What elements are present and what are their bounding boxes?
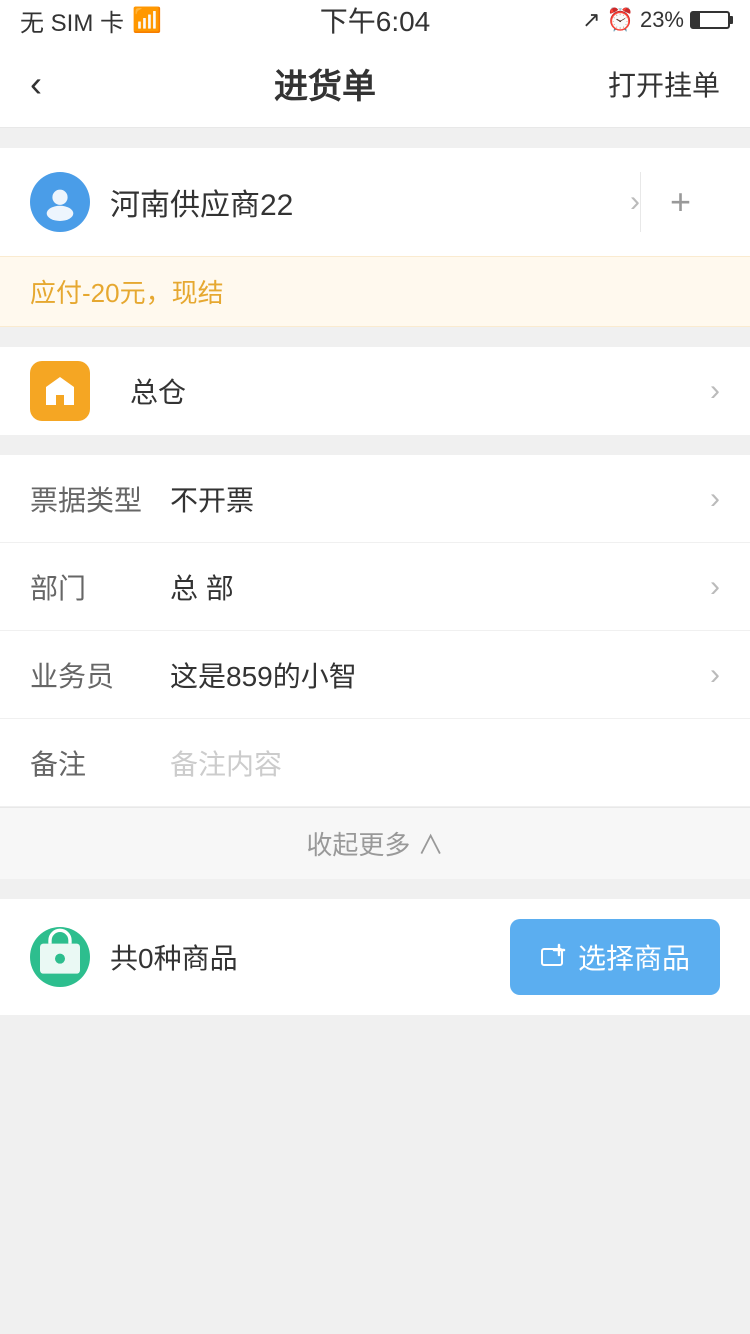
warehouse-label: 总仓 <box>130 371 710 411</box>
remark-row[interactable]: 备注 备注内容 <box>0 719 750 807</box>
section-divider-1 <box>0 128 750 148</box>
select-product-button[interactable]: 选择商品 <box>510 919 720 995</box>
notice-bar: 应付-20元，现结 <box>0 256 750 327</box>
department-value: 总 部 <box>170 567 710 607</box>
supplier-row: 河南供应商22 › + <box>0 148 750 256</box>
open-pending-button[interactable]: 打开挂单 <box>608 64 720 104</box>
department-chevron-icon: › <box>710 570 720 604</box>
section-divider-3 <box>0 435 750 455</box>
wifi-icon: 📶 <box>132 6 162 35</box>
department-row[interactable]: 部门 总 部 › <box>0 543 750 631</box>
location-icon: ↗ <box>582 7 600 33</box>
alarm-icon: ⏰ <box>607 7 634 33</box>
invoice-type-label: 票据类型 <box>30 479 150 519</box>
nav-bar: ‹ 进货单 打开挂单 <box>0 40 750 128</box>
remark-placeholder: 备注内容 <box>170 743 720 783</box>
invoice-type-chevron-icon: › <box>710 482 720 516</box>
section-divider-2 <box>0 327 750 347</box>
supplier-add-button[interactable]: + <box>640 172 720 232</box>
product-icon <box>30 927 90 987</box>
supplier-name: 河南供应商22 <box>110 180 630 224</box>
supplier-card: 河南供应商22 › + 应付-20元，现结 <box>0 148 750 327</box>
product-count: 共0种商品 <box>110 937 510 977</box>
collapse-label: 收起更多 ∧ <box>306 825 443 862</box>
salesperson-row[interactable]: 业务员 这是859的小智 › <box>0 631 750 719</box>
supplier-avatar <box>30 172 90 232</box>
status-right: ↗ ⏰ 23% <box>582 7 730 33</box>
remark-label: 备注 <box>30 743 150 783</box>
page-title: 进货单 <box>274 59 376 108</box>
battery-icon <box>690 11 730 29</box>
select-product-label: 选择商品 <box>578 937 690 977</box>
warehouse-chevron-icon: › <box>710 374 720 408</box>
notice-text: 应付-20元，现结 <box>30 278 224 308</box>
warehouse-card: 总仓 › <box>0 347 750 435</box>
form-card: 票据类型 不开票 › 部门 总 部 › 业务员 这是859的小智 › 备注 备注… <box>0 455 750 879</box>
back-button[interactable]: ‹ <box>30 63 42 105</box>
product-bar: 共0种商品 选择商品 <box>0 899 750 1015</box>
salesperson-label: 业务员 <box>30 655 150 695</box>
status-bar: 无 SIM 卡 📶 下午6:04 ↗ ⏰ 23% <box>0 0 750 40</box>
battery-percent: 23% <box>640 7 684 33</box>
invoice-type-row[interactable]: 票据类型 不开票 › <box>0 455 750 543</box>
empty-area <box>0 1015 750 1315</box>
department-label: 部门 <box>30 567 150 607</box>
salesperson-value: 这是859的小智 <box>170 655 710 695</box>
warehouse-icon <box>30 361 90 421</box>
salesperson-chevron-icon: › <box>710 658 720 692</box>
warehouse-row[interactable]: 总仓 › <box>0 347 750 435</box>
collapse-button[interactable]: 收起更多 ∧ <box>0 807 750 879</box>
supplier-main[interactable]: 河南供应商22 › <box>30 172 640 232</box>
carrier-label: 无 SIM 卡 <box>20 3 124 38</box>
status-left: 无 SIM 卡 📶 <box>20 3 162 38</box>
invoice-type-value: 不开票 <box>170 479 710 519</box>
select-product-icon <box>540 943 568 971</box>
status-time: 下午6:04 <box>320 0 431 40</box>
supplier-chevron-icon: › <box>630 185 640 219</box>
